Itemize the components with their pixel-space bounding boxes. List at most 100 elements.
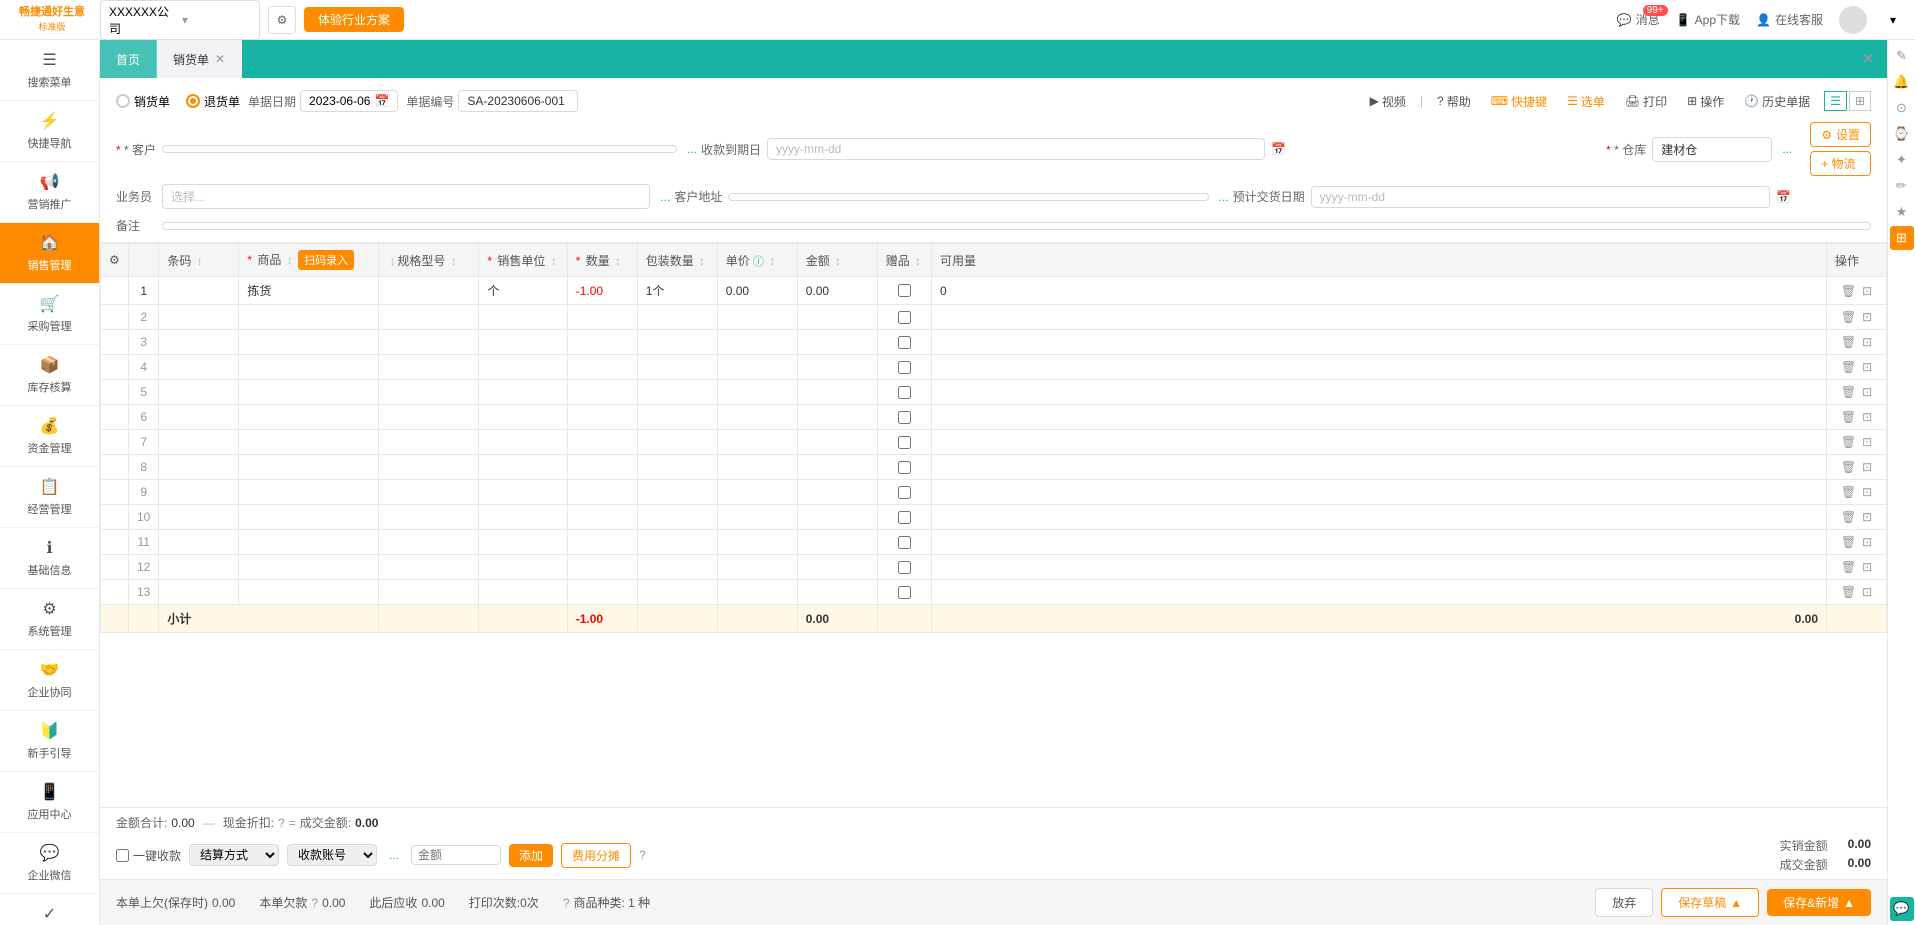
settings-button[interactable]: ⚙ 设置 — [1810, 122, 1871, 147]
copy-icon[interactable]: ⊡ — [1862, 585, 1872, 599]
expense-split-button[interactable]: 费用分摊 — [561, 843, 631, 868]
delete-icon[interactable]: 🗑 — [1841, 510, 1856, 524]
gift-checkbox[interactable] — [898, 461, 911, 474]
discard-button[interactable]: 放弃 — [1595, 888, 1653, 917]
tab-sales-order[interactable]: 销货单 ✕ — [157, 40, 242, 78]
account-select[interactable]: 收款账号 — [287, 844, 377, 866]
message-button[interactable]: 💬 消息 99+ — [1617, 11, 1660, 28]
sidebar-item-finance[interactable]: 💰 资金管理 — [0, 406, 99, 467]
save-new-button[interactable]: 保存&新增 ▲ — [1767, 889, 1871, 916]
right-btn-orange[interactable]: ⊞ — [1890, 226, 1914, 250]
gift-checkbox[interactable] — [898, 336, 911, 349]
delete-icon[interactable]: 🗑 — [1841, 460, 1856, 474]
sidebar-item-sales[interactable]: 🏠 销售管理 — [0, 223, 99, 284]
sidebar-item-inventory[interactable]: 📦 库存核算 — [0, 345, 99, 406]
sidebar-item-wechat[interactable]: 💬 企业微信 — [0, 833, 99, 894]
gift-checkbox-1[interactable] — [898, 284, 911, 297]
right-btn-4[interactable]: ⌚ — [1890, 122, 1914, 146]
add-payment-button[interactable]: 添加 — [509, 844, 553, 867]
tab-home[interactable]: 首页 — [100, 40, 157, 78]
sidebar-item-search[interactable]: ☰ 搜索菜单 — [0, 40, 99, 101]
salesperson-dots-btn[interactable]: ... — [656, 190, 674, 204]
cell-product-1[interactable]: 拣货 — [239, 277, 379, 305]
date-input[interactable]: 2023-06-06 📅 — [300, 90, 398, 112]
delete-icon[interactable]: 🗑 — [1841, 410, 1856, 424]
delivery-calendar-icon[interactable]: 📅 — [1776, 190, 1791, 204]
delivery-date-input[interactable]: yyyy-mm-dd — [1311, 186, 1770, 208]
company-selector[interactable]: XXXXXX公司 ▾ — [100, 0, 260, 40]
logistics-button[interactable]: + 物流 — [1810, 151, 1871, 176]
trial-button[interactable]: 体验行业方案 — [304, 7, 404, 32]
sidebar-item-marketing[interactable]: 📢 营销推广 — [0, 162, 99, 223]
list-view-btn[interactable]: ☰ — [1824, 91, 1847, 111]
address-dots-btn[interactable]: ... — [1215, 190, 1233, 204]
warehouse-dots-btn[interactable]: ... — [1778, 142, 1796, 156]
delete-icon[interactable]: 🗑 — [1841, 335, 1856, 349]
cell-unit-1[interactable]: 个 — [479, 277, 567, 305]
right-btn-7[interactable]: ★ — [1890, 200, 1914, 224]
gear-button[interactable]: ⚙ — [268, 6, 296, 34]
payment-date-input[interactable]: yyyy-mm-dd — [767, 138, 1265, 160]
one-click-checkbox[interactable] — [116, 849, 129, 862]
gift-checkbox[interactable] — [898, 586, 911, 599]
delete-row-icon-1[interactable]: 🗑 — [1841, 284, 1856, 298]
th-settings[interactable]: ⚙ — [101, 244, 129, 277]
radio-return[interactable]: 退货单 — [186, 93, 240, 110]
gift-checkbox[interactable] — [898, 411, 911, 424]
sidebar-item-purchase[interactable]: 🛒 采购管理 — [0, 284, 99, 345]
right-btn-1[interactable]: ✎ — [1890, 44, 1914, 68]
delete-icon[interactable]: 🗑 — [1841, 535, 1856, 549]
right-btn-3[interactable]: ⊙ — [1890, 96, 1914, 120]
copy-icon[interactable]: ⊡ — [1862, 485, 1872, 499]
avatar-menu[interactable]: ▾ — [1883, 6, 1903, 34]
delete-icon[interactable]: 🗑 — [1841, 310, 1856, 324]
customer-input[interactable] — [162, 145, 677, 153]
copy-icon[interactable]: ⊡ — [1862, 310, 1872, 324]
right-btn-2[interactable]: 🔔 — [1890, 70, 1914, 94]
online-service-button[interactable]: 👤 在线客服 — [1756, 11, 1823, 28]
delete-icon[interactable]: 🗑 — [1841, 485, 1856, 499]
select-order-btn[interactable]: ☰ 选单 — [1561, 91, 1611, 112]
copy-icon[interactable]: ⊡ — [1862, 410, 1872, 424]
right-btn-5[interactable]: ✦ — [1890, 148, 1914, 172]
gift-checkbox[interactable] — [898, 511, 911, 524]
shortcut-btn[interactable]: ⌨ 快捷键 — [1485, 91, 1553, 112]
right-btn-6[interactable]: ✏ — [1890, 174, 1914, 198]
delete-icon[interactable]: 🗑 — [1841, 435, 1856, 449]
gift-checkbox[interactable] — [898, 386, 911, 399]
copy-icon[interactable]: ⊡ — [1862, 535, 1872, 549]
copy-row-icon-1[interactable]: ⊡ — [1862, 284, 1872, 298]
delete-icon[interactable]: 🗑 — [1841, 585, 1856, 599]
copy-icon[interactable]: ⊡ — [1862, 435, 1872, 449]
radio-sale[interactable]: 销货单 — [116, 93, 170, 110]
account-dots-btn[interactable]: ... — [385, 848, 403, 862]
cell-pkg-qty-1[interactable]: 1个 — [637, 277, 717, 305]
sidebar-item-system[interactable]: ⚙ 系统管理 — [0, 589, 99, 650]
gift-checkbox[interactable] — [898, 311, 911, 324]
right-btn-teal[interactable]: 💬 — [1890, 897, 1914, 921]
delete-icon[interactable]: 🗑 — [1841, 385, 1856, 399]
payment-calendar-icon[interactable]: 📅 — [1271, 142, 1286, 156]
save-draft-button[interactable]: 保存草稿 ▲ — [1661, 888, 1759, 917]
copy-icon[interactable]: ⊡ — [1862, 335, 1872, 349]
close-all-tabs-button[interactable]: ✕ — [1850, 49, 1887, 69]
copy-icon[interactable]: ⊡ — [1862, 360, 1872, 374]
customer-dots-btn[interactable]: ... — [683, 142, 701, 156]
delete-icon[interactable]: 🗑 — [1841, 560, 1856, 574]
history-btn[interactable]: 🕐 历史单据 — [1738, 91, 1816, 112]
sidebar-item-basics[interactable]: ℹ 基础信息 — [0, 528, 99, 589]
gift-checkbox[interactable] — [898, 486, 911, 499]
cell-quantity-1[interactable]: -1.00 — [567, 277, 637, 305]
cell-spec-1[interactable] — [379, 277, 479, 305]
gift-checkbox[interactable] — [898, 361, 911, 374]
sidebar-item-enterprise[interactable]: 🤝 企业协同 — [0, 650, 99, 711]
app-download-button[interactable]: 📱 App下载 — [1676, 11, 1740, 28]
view-toggle[interactable]: ☰ ⊞ — [1824, 91, 1871, 111]
avatar[interactable] — [1839, 6, 1867, 34]
sidebar-item-guide[interactable]: 🔰 新手引导 — [0, 711, 99, 772]
sidebar-item-apps[interactable]: 📱 应用中心 — [0, 772, 99, 833]
sidebar-item-operations[interactable]: 📋 经营管理 — [0, 467, 99, 528]
help-btn[interactable]: ? 帮助 — [1431, 91, 1477, 112]
copy-icon[interactable]: ⊡ — [1862, 510, 1872, 524]
scan-btn[interactable]: 扫码录入 — [298, 250, 354, 270]
